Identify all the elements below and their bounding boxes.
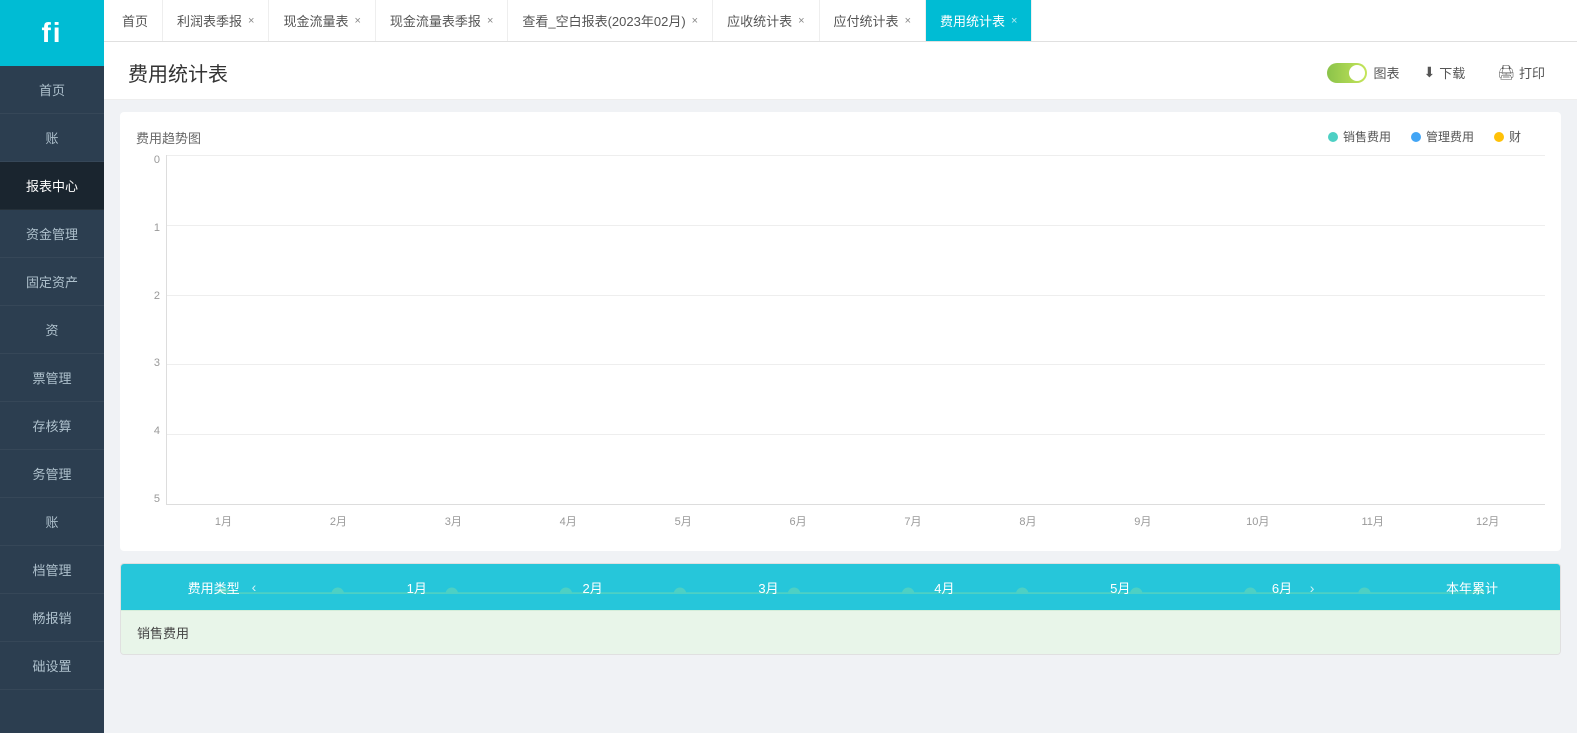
sidebar-item-expense[interactable]: 畅报销 [0,594,104,642]
close-icon[interactable]: × [798,15,804,27]
y-label-3: 3 [154,358,160,369]
legend-sales: 销售费用 [1328,128,1391,145]
download-button[interactable]: ⬇ 下载 [1415,59,1473,86]
header-actions: 图表 ⬇ 下载 🖨 打印 [1327,59,1553,86]
prev-arrow[interactable]: ‹ [246,577,263,597]
tab-payable[interactable]: 应付统计表 × [820,0,926,42]
legend-dot-sales [1328,132,1338,142]
close-icon[interactable]: × [692,15,698,27]
x-label-oct: 10月 [1200,513,1315,529]
y-label-2: 2 [154,291,160,302]
y-label-0: 0 [154,155,160,166]
x-axis: 1月 2月 3月 4月 5月 6月 7月 8月 9月 10月 11月 12月 [166,507,1545,535]
y-label-4: 4 [154,426,160,437]
x-label-feb: 2月 [281,513,396,529]
page-title: 费用统计表 [128,58,228,87]
legend-dot-finance [1494,132,1504,142]
x-label-jul: 7月 [856,513,971,529]
expense-table: 费用类型 ‹ 1月 2月 3月 4月 5月 6月 › 本年累计 销售费用 [120,563,1561,655]
th-may: 5月 [1032,578,1208,597]
close-icon[interactable]: × [487,15,493,27]
th-jun: 6月 › [1208,578,1384,597]
close-icon[interactable]: × [354,15,360,27]
chart-toggle[interactable] [1327,63,1367,83]
x-label-mar: 3月 [396,513,511,529]
tab-expense-stats[interactable]: 费用统计表 × [926,0,1032,42]
th-apr: 4月 [856,578,1032,597]
sidebar-item-ledger[interactable]: 账 [0,498,104,546]
x-label-nov: 11月 [1315,513,1430,529]
sidebar-item-inventory[interactable]: 存核算 [0,402,104,450]
y-label-5: 5 [154,494,160,505]
sidebar-item-reports[interactable]: 报表中心 [0,162,104,210]
logo-text: fi [41,17,62,49]
next-arrow[interactable]: › [1304,578,1321,598]
toggle-label: 图表 [1373,63,1399,82]
tab-cashflow[interactable]: 现金流量表 × [269,0,375,42]
download-icon: ⬇ [1423,64,1435,81]
x-label-sep: 9月 [1085,513,1200,529]
x-label-aug: 8月 [970,513,1085,529]
close-icon[interactable]: × [905,15,911,27]
tab-home[interactable]: 首页 [108,0,163,42]
x-label-dec: 12月 [1430,513,1545,529]
tab-bar: 首页 利润表季报 × 现金流量表 × 现金流量表季报 × 查看_空白报表(202… [104,0,1577,42]
main-area: 首页 利润表季报 × 现金流量表 × 现金流量表季报 × 查看_空白报表(202… [104,0,1577,733]
close-icon[interactable]: × [248,15,254,27]
x-label-apr: 4月 [511,513,626,529]
y-label-1: 1 [154,223,160,234]
td-type-sales: 销售费用 [121,623,336,642]
page-header: 费用统计表 图表 ⬇ 下载 🖨 打印 [104,42,1577,100]
x-label-may: 5月 [626,513,741,529]
chart-legend: 销售费用 管理费用 财 [1328,128,1521,145]
sidebar-item-service[interactable]: 务管理 [0,450,104,498]
legend-dot-admin [1411,132,1421,142]
sidebar-item-funds[interactable]: 资金管理 [0,210,104,258]
sidebar-item-archives[interactable]: 档管理 [0,546,104,594]
th-ytd: 本年累计 [1384,578,1560,597]
th-mar: 3月 [681,578,857,597]
chart-inner: 5 4 3 2 1 0 [136,155,1545,535]
sidebar: fi 首页 账 报表中心 资金管理 固定资产 资 票管理 存核算 务管理 账 档… [0,0,104,733]
sidebar-item-assets[interactable]: 固定资产 [0,258,104,306]
tab-receivable[interactable]: 应收统计表 × [713,0,819,42]
chart-section: 费用趋势图 销售费用 管理费用 财 [120,112,1561,551]
table-row-sales: 销售费用 [121,610,1560,654]
sidebar-logo: fi [0,0,104,66]
sidebar-item-resource[interactable]: 资 [0,306,104,354]
content-area: 费用统计表 图表 ⬇ 下载 🖨 打印 费用趋势图 [104,42,1577,733]
print-button[interactable]: 🖨 打印 [1489,59,1553,86]
legend-finance: 财 [1494,128,1521,145]
legend-admin: 管理费用 [1411,128,1474,145]
th-feb: 2月 [505,578,681,597]
sidebar-item-account[interactable]: 账 [0,114,104,162]
th-jan: 1月 [329,578,505,597]
sidebar-item-settings[interactable]: 础设置 [0,642,104,690]
tab-blank-report[interactable]: 查看_空白报表(2023年02月) × [508,0,713,42]
tab-cashflow-quarterly[interactable]: 现金流量表季报 × [376,0,508,42]
x-label-jun: 6月 [741,513,856,529]
x-label-jan: 1月 [166,513,281,529]
print-icon: 🖨 [1497,64,1515,81]
sidebar-item-invoice[interactable]: 票管理 [0,354,104,402]
th-type: 费用类型 ‹ [121,577,329,597]
close-icon[interactable]: × [1011,15,1017,27]
sidebar-item-home[interactable]: 首页 [0,66,104,114]
y-axis: 5 4 3 2 1 0 [136,155,166,505]
tab-profit-quarterly[interactable]: 利润表季报 × [163,0,269,42]
chart-container: 5 4 3 2 1 0 [136,155,1545,535]
chart-toggle-wrap[interactable]: 图表 [1327,63,1399,83]
